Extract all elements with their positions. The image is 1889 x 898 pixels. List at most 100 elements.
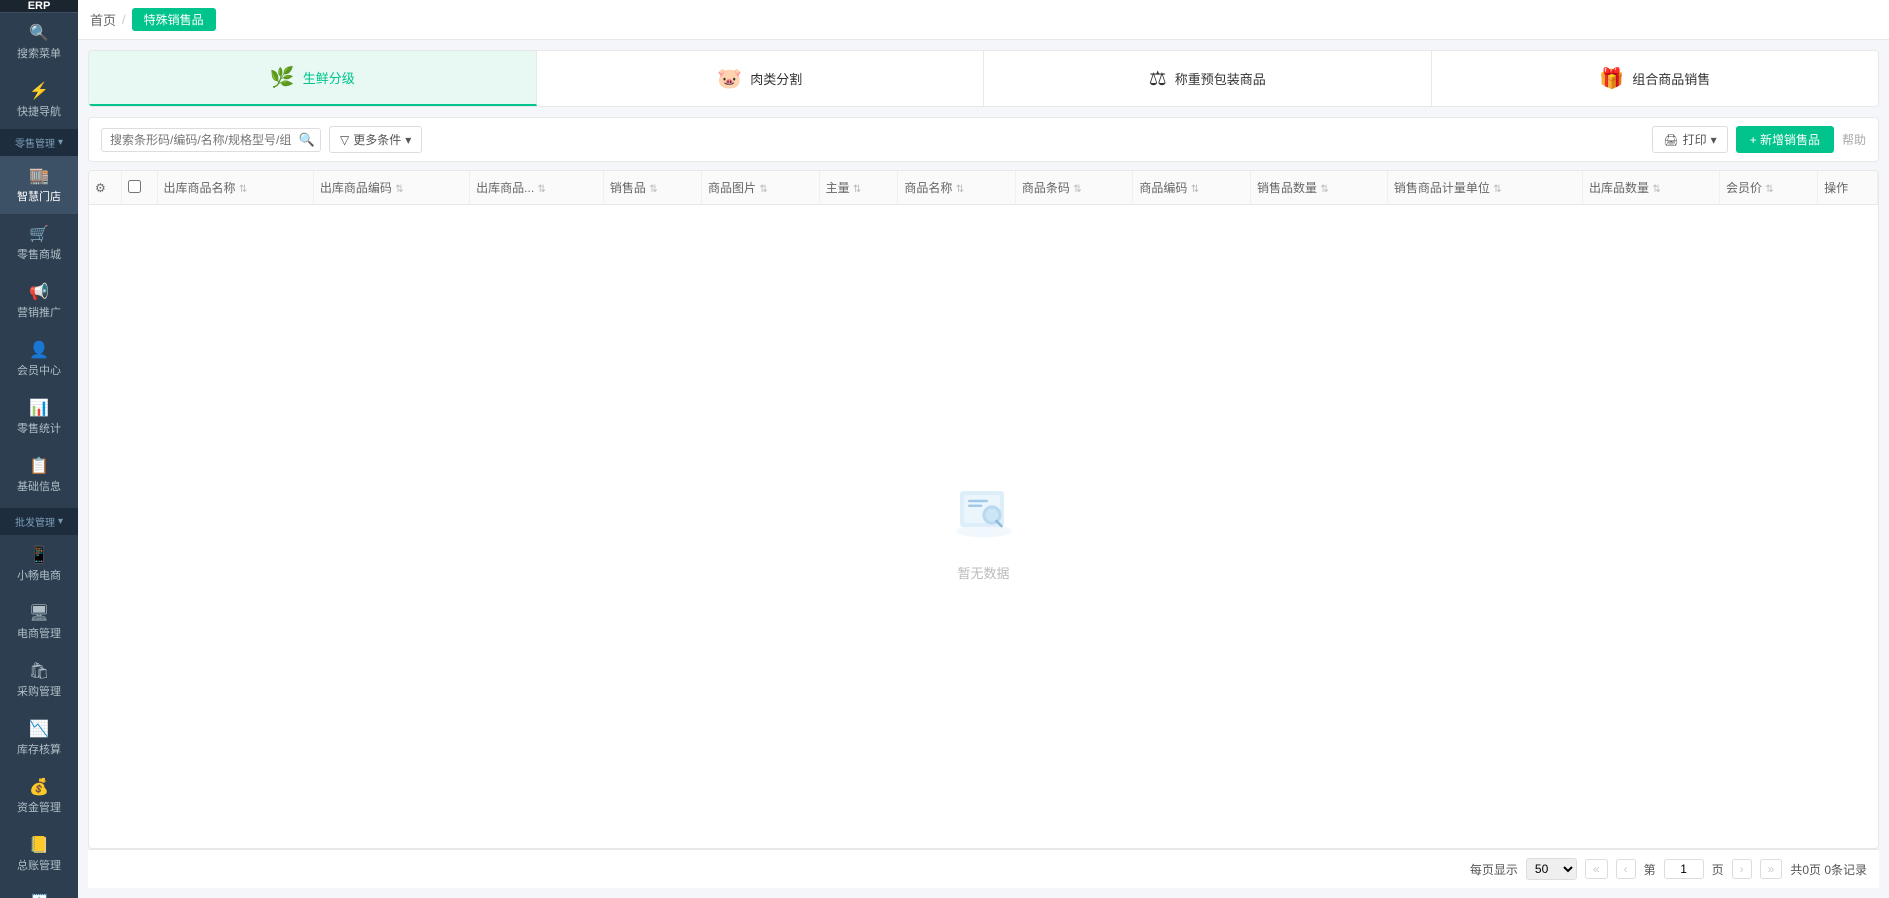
th-sales-qty-label: 销售品数量 — [1257, 181, 1317, 195]
tab-meat-cut[interactable]: 🐷 肉类分割 — [537, 51, 985, 106]
empty-state: 暂无数据 — [89, 205, 1878, 848]
th-operation: 操作 — [1818, 171, 1878, 205]
toolbar-right: 🖨 打印 ▾ + 新增销售品 帮助 — [1652, 126, 1866, 153]
weight-prepack-icon: ⚖ — [1149, 66, 1167, 91]
th-product-name[interactable]: 商品名称 ⇅ — [898, 171, 1016, 205]
pagination-last-button[interactable]: » — [1760, 859, 1783, 879]
sidebar-item-label: 零售统计 — [17, 420, 61, 436]
th-out-qty[interactable]: 出库品数量 ⇅ — [1583, 171, 1720, 205]
th-weight-label: 主量 — [826, 181, 850, 195]
general-ledger-icon: 📒 — [29, 835, 49, 855]
sort-icon: ⇅ — [853, 184, 861, 195]
pagination-prev-button[interactable]: ‹ — [1616, 859, 1636, 879]
inventory-icon: 📉 — [29, 719, 49, 739]
sidebar-item-retail-mall[interactable]: 🛒 零售商城 — [0, 214, 78, 272]
membership-icon: 👤 — [29, 340, 49, 360]
breadcrumb-home[interactable]: 首页 — [90, 10, 116, 29]
print-button[interactable]: 🖨 打印 ▾ — [1652, 126, 1727, 153]
th-product-code[interactable]: 商品编码 ⇅ — [1133, 171, 1251, 205]
sidebar-item-membership[interactable]: 👤 会员中心 — [0, 330, 78, 388]
th-checkbox[interactable] — [121, 171, 157, 205]
filter-button[interactable]: ▽ 更多条件 ▾ — [329, 126, 422, 153]
retail-mgmt-label: 零售管理 — [15, 135, 55, 150]
tab-weight-prepack[interactable]: ⚖ 称重预包装商品 — [984, 51, 1432, 106]
sales-promo-icon: 📢 — [29, 282, 49, 302]
th-out-qty-label: 出库品数量 — [1589, 181, 1649, 195]
sidebar-item-retail-stats[interactable]: 📊 零售统计 — [0, 388, 78, 446]
sort-icon: ⇅ — [1765, 184, 1773, 195]
th-sales-unit[interactable]: 销售商品计量单位 ⇅ — [1387, 171, 1582, 205]
search-input[interactable] — [101, 128, 321, 152]
finance-mgmt-icon: 💰 — [29, 777, 49, 797]
content-area: 🌿 生鲜分级 🐷 肉类分割 ⚖ 称重预包装商品 🎁 组合商品销售 🔍 — [78, 40, 1889, 898]
chevron-down-icon: ▾ — [58, 137, 63, 148]
sort-icon: ⇅ — [759, 184, 767, 195]
sidebar-item-label: 小畅电商 — [17, 567, 61, 583]
topbar: 首页 / 特殊销售品 — [78, 0, 1889, 40]
tab-bar: 🌿 生鲜分级 🐷 肉类分割 ⚖ 称重预包装商品 🎁 组合商品销售 — [88, 50, 1879, 107]
sidebar-item-label: 电商管理 — [17, 625, 61, 641]
th-out-code[interactable]: 出库商品编码 ⇅ — [313, 171, 469, 205]
search-icon[interactable]: 🔍 — [299, 132, 315, 148]
th-weight[interactable]: 主量 ⇅ — [819, 171, 898, 205]
wholesale-mgmt-label: 批发管理 — [15, 514, 55, 529]
new-product-button[interactable]: + 新增销售品 — [1736, 126, 1834, 153]
sort-icon: ⇅ — [538, 184, 546, 195]
tab-fresh-grade-label: 生鲜分级 — [303, 68, 355, 87]
th-product-code-label: 商品编码 — [1139, 181, 1187, 195]
sidebar-item-finance-mgmt[interactable]: 💰 资金管理 — [0, 767, 78, 825]
th-sales-qty[interactable]: 销售品数量 ⇅ — [1250, 171, 1387, 205]
th-barcode-label: 商品条码 — [1022, 181, 1070, 195]
sidebar-item-smart-store[interactable]: 🏬 智慧门店 — [0, 156, 78, 214]
pagination-first-button[interactable]: « — [1585, 859, 1608, 879]
sidebar-item-quick-nav[interactable]: ⚡ 快捷导航 — [0, 71, 78, 129]
retail-mall-icon: 🛒 — [29, 224, 49, 244]
sidebar-item-basic-info[interactable]: 📋 基础信息 — [0, 446, 78, 504]
smart-store-icon: 🏬 — [29, 166, 49, 186]
app-logo: ERP — [0, 0, 78, 13]
sidebar-item-invoice-mgmt[interactable]: 🧾 发票管理 — [0, 883, 78, 898]
sidebar-item-inventory[interactable]: 📉 库存核算 — [0, 709, 78, 767]
page-input[interactable] — [1664, 859, 1704, 879]
purchase-mgmt-icon: 🛍 — [29, 661, 49, 681]
breadcrumb-current: 特殊销售品 — [132, 8, 216, 31]
per-page-select[interactable]: 50 10 20 100 — [1526, 858, 1577, 880]
sort-icon: ⇅ — [1191, 184, 1199, 195]
chevron-down-icon2: ▾ — [58, 516, 63, 527]
sidebar-item-sales-promo[interactable]: 📢 营销推广 — [0, 272, 78, 330]
filter-label: 更多条件 — [353, 131, 401, 148]
th-sales-product[interactable]: 销售品 ⇅ — [603, 171, 701, 205]
setting-icon: ⚙ — [95, 181, 106, 195]
data-table: ⚙ 出库商品名称 ⇅ 出库商品编码 ⇅ — [89, 171, 1878, 205]
th-out-spec[interactable]: 出库商品... ⇅ — [470, 171, 604, 205]
page-suffix: 页 — [1712, 861, 1724, 878]
combo-sales-icon: 🎁 — [1599, 66, 1624, 91]
pagination: 每页显示 50 10 20 100 « ‹ 第 页 › » 共0页 0条记录 — [88, 849, 1879, 888]
ecommerce-mgmt-icon: 🖥 — [29, 603, 49, 623]
breadcrumb: 首页 / 特殊销售品 — [90, 8, 216, 31]
sidebar-item-label: 快捷导航 — [17, 103, 61, 119]
th-barcode[interactable]: 商品条码 ⇅ — [1015, 171, 1133, 205]
tab-fresh-grade[interactable]: 🌿 生鲜分级 — [89, 51, 537, 106]
search-wrap: 🔍 — [101, 128, 321, 152]
sidebar-section-retail[interactable]: 零售管理 ▾ — [0, 129, 78, 156]
sidebar-section-wholesale[interactable]: 批发管理 ▾ — [0, 508, 78, 535]
th-setting[interactable]: ⚙ — [89, 171, 121, 205]
sidebar-item-general-ledger[interactable]: 📒 总账管理 — [0, 825, 78, 883]
th-out-name[interactable]: 出库商品名称 ⇅ — [157, 171, 313, 205]
sort-icon: ⇅ — [1493, 184, 1501, 195]
search-menu-icon: 🔍 — [29, 23, 49, 43]
sidebar-item-ecommerce-mgmt[interactable]: 🖥 电商管理 — [0, 593, 78, 651]
help-button[interactable]: 帮助 — [1842, 131, 1866, 148]
tab-combo-sales[interactable]: 🎁 组合商品销售 — [1432, 51, 1879, 106]
sidebar-item-purchase-mgmt[interactable]: 🛍 采购管理 — [0, 651, 78, 709]
sidebar-item-label: 智慧门店 — [17, 188, 61, 204]
sidebar-item-mini-shop[interactable]: 📱 小畅电商 — [0, 535, 78, 593]
th-member-price[interactable]: 会员价 ⇅ — [1719, 171, 1817, 205]
tab-combo-sales-label: 组合商品销售 — [1632, 69, 1710, 88]
pagination-next-button[interactable]: › — [1732, 859, 1752, 879]
empty-icon — [944, 471, 1024, 551]
sidebar-item-search-menu[interactable]: 🔍 搜索菜单 — [0, 13, 78, 71]
select-all-checkbox[interactable] — [128, 180, 141, 193]
th-product-image[interactable]: 商品图片 ⇅ — [702, 171, 820, 205]
